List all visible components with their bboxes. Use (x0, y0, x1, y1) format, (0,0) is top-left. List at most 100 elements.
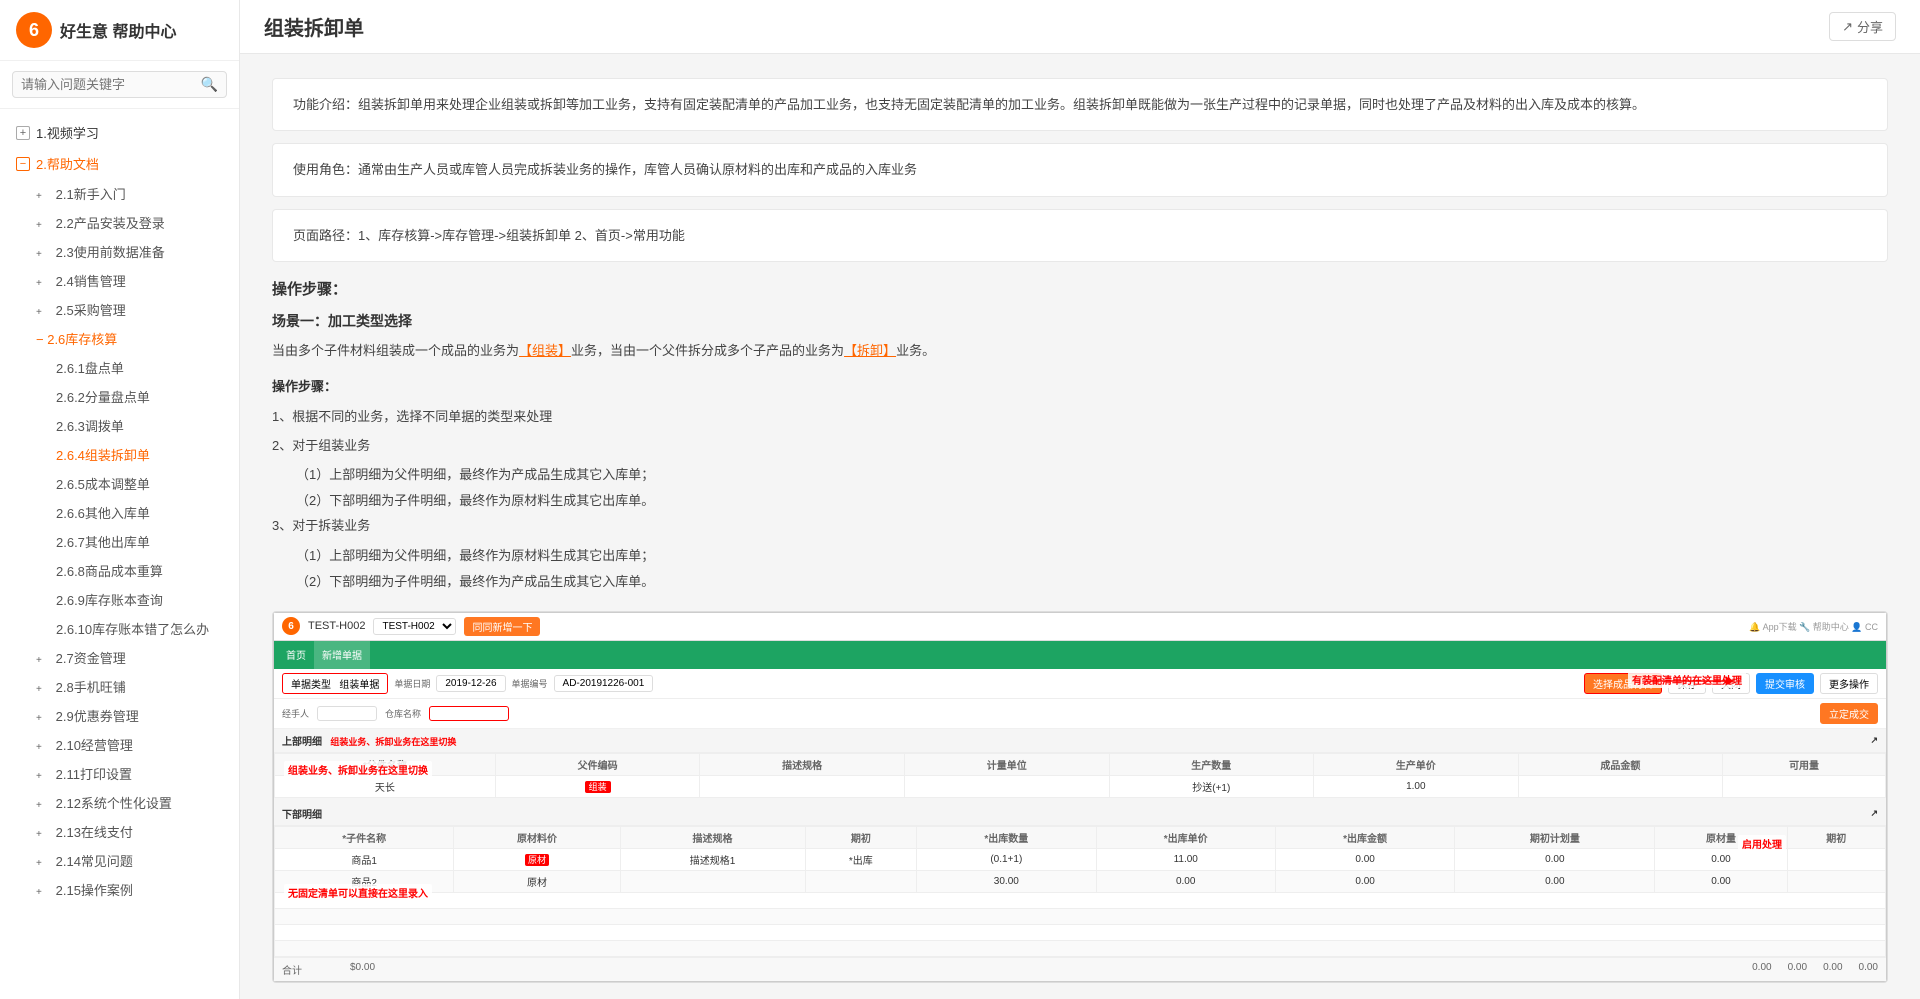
sidebar-item-transfer[interactable]: 2.6.3调拨单 (48, 411, 239, 440)
sidebar-item-coupon[interactable]: + 2.9优惠券管理 (36, 701, 239, 730)
sidebar-item-video[interactable]: + 1.视频学习 (0, 117, 239, 148)
expand-icon-215: + (36, 887, 48, 899)
expand-icon-21: + (36, 191, 48, 203)
logo-text: 好生意 帮助中心 (60, 18, 176, 42)
sidebar-item-faq[interactable]: + 2.14常见问题 (36, 846, 239, 875)
expand-icon-1: + (16, 126, 30, 140)
sidebar-item-cases[interactable]: + 2.15操作案例 (36, 875, 239, 904)
screenshot-wrapper: 6 TEST-H002 TEST-H002 同同新增一下 🔔 App下载 🔧 帮… (272, 611, 1888, 983)
search-input-wrap[interactable]: 🔍 (12, 71, 227, 98)
app-icons-bar: 🔔 App下载 🔧 帮助中心 👤 CC (1749, 620, 1878, 633)
nav-section-2: − 2.帮助文档 + 2.1新手入门 + 2.2产品安装及登录 + 2.3使用前… (0, 148, 239, 904)
annotation-arrow1 (1650, 671, 1750, 694)
table-row (275, 892, 1886, 908)
annotation-enable: 启用处理 (1738, 835, 1786, 852)
app-bottom-bar: 合计 $0.00 0.00 0.00 0.00 0.00 (274, 957, 1886, 981)
app-tab-new[interactable]: 新增单据 (314, 641, 370, 669)
logo-bar: 6 好生意 帮助中心 (0, 0, 239, 61)
intro-block-1: 功能介绍：组装拆卸单用来处理企业组装或拆卸等加工业务，支持有固定装配清单的产品加… (272, 78, 1888, 131)
step1: 1、根据不同的业务，选择不同单据的类型来处理 (272, 405, 1888, 430)
expand-icon-29: + (36, 713, 48, 725)
expand-icon-213: + (36, 829, 48, 841)
scene1-intro: 当由多个子件材料组装成一个成品的业务为【组装】业务，当由一个父件拆分成多个子产品… (272, 339, 1888, 364)
sidebar-item-ops[interactable]: + 2.10经营管理 (36, 730, 239, 759)
annotation-direct-entry: 无固定清单可以直接在这里录入 (284, 884, 432, 901)
app-btn-submit[interactable]: 提交审核 (1756, 673, 1814, 694)
expand-icon-27: + (36, 655, 48, 667)
expand-icon-214: + (36, 858, 48, 870)
app-btn-expand-lower[interactable]: ↗ (1870, 808, 1878, 819)
table-row: 天长 组装 抄送(+1) 1.00 (275, 775, 1886, 797)
app-lower-table: *子件名称 原材料价 描述规格 期初 *出库数量 *出库单价 *出库金额 期初计… (274, 826, 1886, 957)
content-area: 功能介绍：组装拆卸单用来处理企业组装或拆卸等加工业务，支持有固定装配清单的产品加… (240, 54, 1920, 999)
sidebar-item-cost-recalc[interactable]: 2.6.8商品成本重算 (48, 556, 239, 585)
share-icon: ↗ (1842, 19, 1853, 35)
app-btn-type[interactable]: 单据类型 组装单据 (282, 673, 388, 694)
sidebar-item-other-in[interactable]: 2.6.6其他入库单 (48, 498, 239, 527)
sidebar-item-inventory-query[interactable]: 2.6.9库存账本查询 (48, 585, 239, 614)
intro-block-2: 使用角色：通常由生产人员或库管人员完成拆装业务的操作，库管人员确认原材料的出库和… (272, 143, 1888, 196)
link-disassembly[interactable]: 【拆卸】 (844, 343, 896, 358)
sidebar-item-inventory[interactable]: − 2.6库存核算 (36, 324, 239, 353)
app-btn-confirm[interactable]: 立定成交 (1820, 703, 1878, 724)
step2-sub2: （2）下部明细为子件明细，最终作为原材料生成其它出库单。 (272, 488, 1888, 514)
app-btn-more[interactable]: 更多操作 (1820, 673, 1878, 694)
intro-block-3: 页面路径：1、库存核算->库存管理->组装拆卸单 2、首页->常用功能 (272, 209, 1888, 262)
app-tab-home[interactable]: 首页 (278, 641, 314, 669)
app-title: TEST-H002 (308, 620, 365, 632)
step2-sub1: （1）上部明细为父件明细，最终作为产成品生成其它入库单； (272, 462, 1888, 488)
app-select[interactable]: TEST-H002 (373, 618, 456, 635)
expand-icon-23: + (36, 249, 48, 261)
search-icon[interactable]: 🔍 (201, 76, 218, 93)
sidebar-item-sales[interactable]: + 2.4销售管理 (36, 266, 239, 295)
expand-icon-25: + (36, 307, 48, 319)
sidebar-item-helpdoc[interactable]: − 2.帮助文档 (0, 148, 239, 179)
app-form-row: 经手人 仓库名称 立定成交 (274, 699, 1886, 729)
sidebar-item-other-out[interactable]: 2.6.7其他出库单 (48, 527, 239, 556)
expand-icon-212: + (36, 800, 48, 812)
app-btn-date[interactable]: 2019-12-26 (436, 675, 505, 692)
sidebar-item-finance[interactable]: + 2.7资金管理 (36, 643, 239, 672)
sidebar-item-customize[interactable]: + 2.12系统个性化设置 (36, 788, 239, 817)
sidebar-item-purchase[interactable]: + 2.5采购管理 (36, 295, 239, 324)
app-input-handler[interactable] (317, 706, 377, 721)
app-add-btn[interactable]: 同同新增一下 (464, 617, 540, 636)
nav-section-1: + 1.视频学习 (0, 117, 239, 148)
app-btn-expand-upper[interactable]: ↗ (1870, 735, 1878, 746)
step3-sub2: （2）下部明细为子件明细，最终作为产成品生成其它入库单。 (272, 569, 1888, 595)
app-screenshot: 6 TEST-H002 TEST-H002 同同新增一下 🔔 App下载 🔧 帮… (273, 612, 1887, 982)
sidebar-item-inventory-error[interactable]: 2.6.10库存账本错了怎么办 (48, 614, 239, 643)
expand-icon-26: − (36, 332, 44, 347)
top-bar: 组装拆卸单 ↗ 分享 (240, 0, 1920, 54)
operation-title: 操作步骤： (272, 278, 1888, 299)
link-assembly[interactable]: 【组装】 (519, 343, 571, 358)
sidebar-item-dataprep[interactable]: + 2.3使用前数据准备 (36, 237, 239, 266)
scene1-title: 场景一：加工类型选择 (272, 311, 1888, 331)
share-button[interactable]: ↗ 分享 (1829, 12, 1896, 41)
nav-sub-children-26: 2.6.1盘点单 2.6.2分量盘点单 2.6.3调拨单 2.6.4组装拆卸单 … (36, 353, 239, 643)
annotation-toggle: 组装业务、拆卸业务在这里切换 (284, 761, 432, 778)
sidebar-item-newcomer[interactable]: + 2.1新手入门 (36, 179, 239, 208)
nav-children-2: + 2.1新手入门 + 2.2产品安装及登录 + 2.3使用前数据准备 + 2.… (0, 179, 239, 904)
app-btn-number[interactable]: AD-20191226-001 (554, 675, 654, 692)
app-upper-table: *父件名称 父件编码 描述规格 计量单位 生产数量 生产单价 成品金额 可用量 (274, 753, 1886, 798)
table-row: 商品1 原材 描述规格1 *出库 (0.1+1) 11.00 0.00 0.00… (275, 848, 1886, 870)
sidebar-item-mobile[interactable]: + 2.8手机旺铺 (36, 672, 239, 701)
search-input[interactable] (21, 77, 201, 92)
sidebar-item-print[interactable]: + 2.11打印设置 (36, 759, 239, 788)
sidebar-item-portion-stocktake[interactable]: 2.6.2分量盘点单 (48, 382, 239, 411)
page-title: 组装拆卸单 (264, 12, 364, 41)
sidebar-item-online-pay[interactable]: + 2.13在线支付 (36, 817, 239, 846)
table-row: 商品2 原材 30.00 0.00 0.00 0.00 0.00 (275, 870, 1886, 892)
sidebar: 6 好生意 帮助中心 🔍 + 1.视频学习 − 2.帮助文档 + 2 (0, 0, 240, 999)
sidebar-item-stocktake[interactable]: 2.6.1盘点单 (48, 353, 239, 382)
sidebar-item-install[interactable]: + 2.2产品安装及登录 (36, 208, 239, 237)
step2: 2、对于组装业务 (272, 434, 1888, 459)
sidebar-item-assembly[interactable]: 2.6.4组装拆卸单 (48, 440, 239, 469)
step3-sub1: （1）上部明细为父件明细，最终作为原材料生成其它出库单； (272, 543, 1888, 569)
table-row (275, 940, 1886, 956)
expand-icon-2: − (16, 157, 30, 171)
sidebar-item-cost-adj[interactable]: 2.6.5成本调整单 (48, 469, 239, 498)
app-input-warehouse[interactable] (429, 706, 509, 721)
app-nav-tabs: 首页 新增单据 (274, 641, 1886, 669)
